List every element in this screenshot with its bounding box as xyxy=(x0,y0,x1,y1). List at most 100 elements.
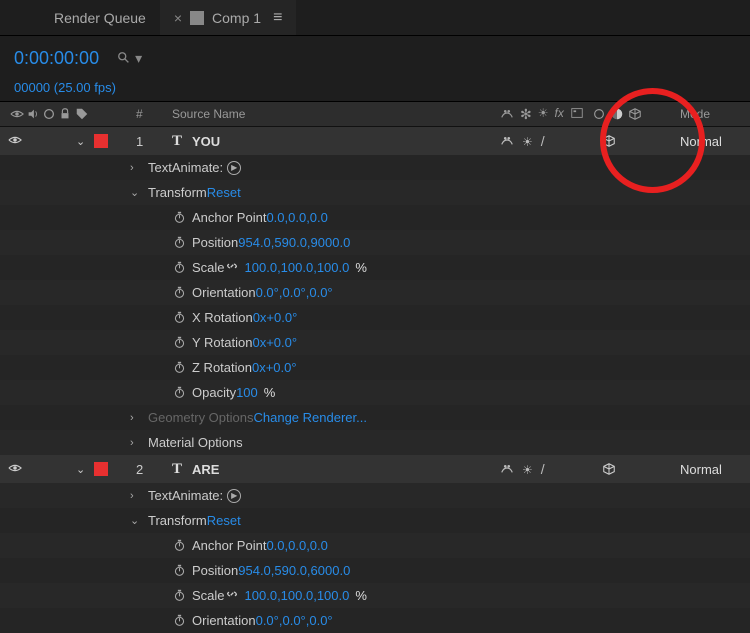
property-value[interactable]: 100.0,100.0,100.0 xyxy=(245,588,350,603)
stopwatch-icon[interactable] xyxy=(172,236,186,250)
layer-name[interactable]: TYOU xyxy=(172,133,500,150)
stopwatch-icon[interactable] xyxy=(172,589,186,603)
property-value[interactable]: 100.0,100.0,100.0 xyxy=(245,260,350,275)
column-mode[interactable]: Mode xyxy=(680,107,750,121)
property-group-material[interactable]: › Material Options xyxy=(0,430,750,455)
animate-menu[interactable]: Animate: ▶ xyxy=(172,488,241,503)
stopwatch-icon[interactable] xyxy=(172,211,186,225)
solo-header-icon[interactable] xyxy=(42,107,56,121)
twirl-down-icon[interactable]: ⌄ xyxy=(76,135,88,148)
change-renderer-link[interactable]: Change Renderer... xyxy=(254,410,504,425)
stopwatch-icon[interactable] xyxy=(172,336,186,350)
quality-icon[interactable]: ☀ xyxy=(522,462,533,477)
column-number[interactable]: # xyxy=(132,107,172,121)
shy-header-icon[interactable] xyxy=(500,106,514,120)
tab-swatch-icon xyxy=(190,11,204,25)
3d-toggle[interactable] xyxy=(589,462,629,476)
layer-color-swatch[interactable] xyxy=(94,134,108,148)
property-value[interactable]: 0x+0.0° xyxy=(252,360,297,375)
sun-header-icon[interactable]: ☀ xyxy=(538,106,549,123)
close-icon[interactable]: × xyxy=(174,10,182,26)
property-group-transform[interactable]: ⌄TransformReset xyxy=(0,508,750,533)
motion-blur-header-icon[interactable] xyxy=(592,107,606,121)
property-value[interactable]: 0.0,0.0,0.0 xyxy=(266,538,327,553)
geometry-label: Geometry Options xyxy=(148,410,254,425)
shy-icon[interactable] xyxy=(500,461,514,478)
stopwatch-icon[interactable] xyxy=(172,261,186,275)
blend-mode[interactable]: Normal xyxy=(680,134,750,149)
shy-icon[interactable] xyxy=(500,133,514,150)
property-value[interactable]: 0x+0.0° xyxy=(252,335,297,350)
property-group-text[interactable]: ›TextAnimate: ▶ xyxy=(0,155,750,180)
tab-render-queue[interactable]: Render Queue xyxy=(40,0,160,35)
constrain-link-icon[interactable] xyxy=(225,587,239,604)
layer-color-swatch[interactable] xyxy=(94,462,108,476)
property-row: Scale100.0,100.0,100.0% xyxy=(0,255,750,280)
search-input[interactable]: ▾ xyxy=(117,50,142,67)
chevron-right-icon[interactable]: › xyxy=(130,437,142,449)
tab-comp[interactable]: × Comp 1 ≡ xyxy=(160,0,297,35)
twirl-down-icon[interactable]: ⌄ xyxy=(76,463,88,476)
audio-header-icon[interactable] xyxy=(26,107,40,121)
stopwatch-icon[interactable] xyxy=(172,614,186,628)
layer-row[interactable]: ⌄1TYOU☀/Normal xyxy=(0,127,750,155)
property-value[interactable]: 0.0°,0.0°,0.0° xyxy=(256,613,333,628)
property-group-text[interactable]: › TextAnimate: ▶ xyxy=(0,483,750,508)
visibility-toggle[interactable] xyxy=(8,133,24,150)
transform-group-label: Transform xyxy=(148,185,207,200)
adjustment-header-icon[interactable] xyxy=(610,107,624,121)
stopwatch-icon[interactable] xyxy=(172,286,186,300)
visibility-toggle[interactable] xyxy=(8,461,24,478)
collapse-icon[interactable]: / xyxy=(541,133,545,149)
stopwatch-icon[interactable] xyxy=(172,361,186,375)
fx-header-icon[interactable]: fx xyxy=(555,106,564,123)
panel-menu-icon[interactable]: ≡ xyxy=(273,9,282,27)
3d-toggle[interactable] xyxy=(589,134,629,148)
current-timecode[interactable]: 0:00:00:00 xyxy=(14,48,99,69)
property-value[interactable]: 954.0,590.0,9000.0 xyxy=(238,235,350,250)
transform-reset[interactable]: Reset xyxy=(207,513,457,528)
property-row: Opacity100% xyxy=(0,380,750,405)
property-label: Anchor Point xyxy=(192,210,266,225)
property-value[interactable]: 0.0,0.0,0.0 xyxy=(266,210,327,225)
property-group-geometry[interactable]: › Geometry OptionsChange Renderer... xyxy=(0,405,750,430)
quality-icon[interactable]: ☀ xyxy=(522,134,533,149)
panel-tabs: Render Queue × Comp 1 ≡ xyxy=(0,0,750,36)
stopwatch-icon[interactable] xyxy=(172,564,186,578)
animate-menu[interactable]: Animate: ▶ xyxy=(172,160,241,175)
chevron-right-icon[interactable]: › xyxy=(130,490,142,502)
property-group-transform[interactable]: ⌄ TransformReset xyxy=(0,180,750,205)
chevron-down-icon[interactable]: ⌄ xyxy=(130,186,142,199)
3d-header-icon[interactable] xyxy=(628,107,642,121)
layer-row[interactable]: ⌄2TARE☀/Normal xyxy=(0,455,750,483)
text-group-label: Text xyxy=(148,488,172,503)
property-label: Scale xyxy=(192,260,225,275)
lock-header-icon[interactable] xyxy=(58,107,72,121)
property-value[interactable]: 0x+0.0° xyxy=(253,310,298,325)
constrain-link-icon[interactable] xyxy=(225,259,239,276)
transform-reset[interactable]: Reset xyxy=(207,185,457,200)
column-source-name[interactable]: Source Name xyxy=(172,107,500,121)
stopwatch-icon[interactable] xyxy=(172,386,186,400)
layer-name[interactable]: TARE xyxy=(172,461,500,478)
stopwatch-icon[interactable] xyxy=(172,539,186,553)
animate-play-icon[interactable]: ▶ xyxy=(227,489,241,503)
property-label: Y Rotation xyxy=(192,335,252,350)
material-label: Material Options xyxy=(148,435,243,450)
property-unit: % xyxy=(355,588,367,603)
asterisk-header-icon[interactable]: ✻ xyxy=(520,106,532,123)
property-value[interactable]: 954.0,590.0,6000.0 xyxy=(238,563,350,578)
visibility-header-icon[interactable] xyxy=(10,107,24,121)
chevron-right-icon[interactable]: › xyxy=(130,412,142,424)
blend-mode[interactable]: Normal xyxy=(680,462,750,477)
label-header-icon[interactable] xyxy=(74,106,90,122)
chevron-right-icon[interactable]: › xyxy=(130,162,142,174)
frame-blend-header-icon[interactable] xyxy=(570,106,584,120)
property-value[interactable]: 0.0°,0.0°,0.0° xyxy=(256,285,333,300)
chevron-down-icon[interactable]: ⌄ xyxy=(130,514,142,527)
collapse-icon[interactable]: / xyxy=(541,461,545,477)
frame-fps[interactable]: 00000 (25.00 fps) xyxy=(0,80,750,101)
property-value[interactable]: 100 xyxy=(236,385,258,400)
stopwatch-icon[interactable] xyxy=(172,311,186,325)
animate-play-icon[interactable]: ▶ xyxy=(227,161,241,175)
